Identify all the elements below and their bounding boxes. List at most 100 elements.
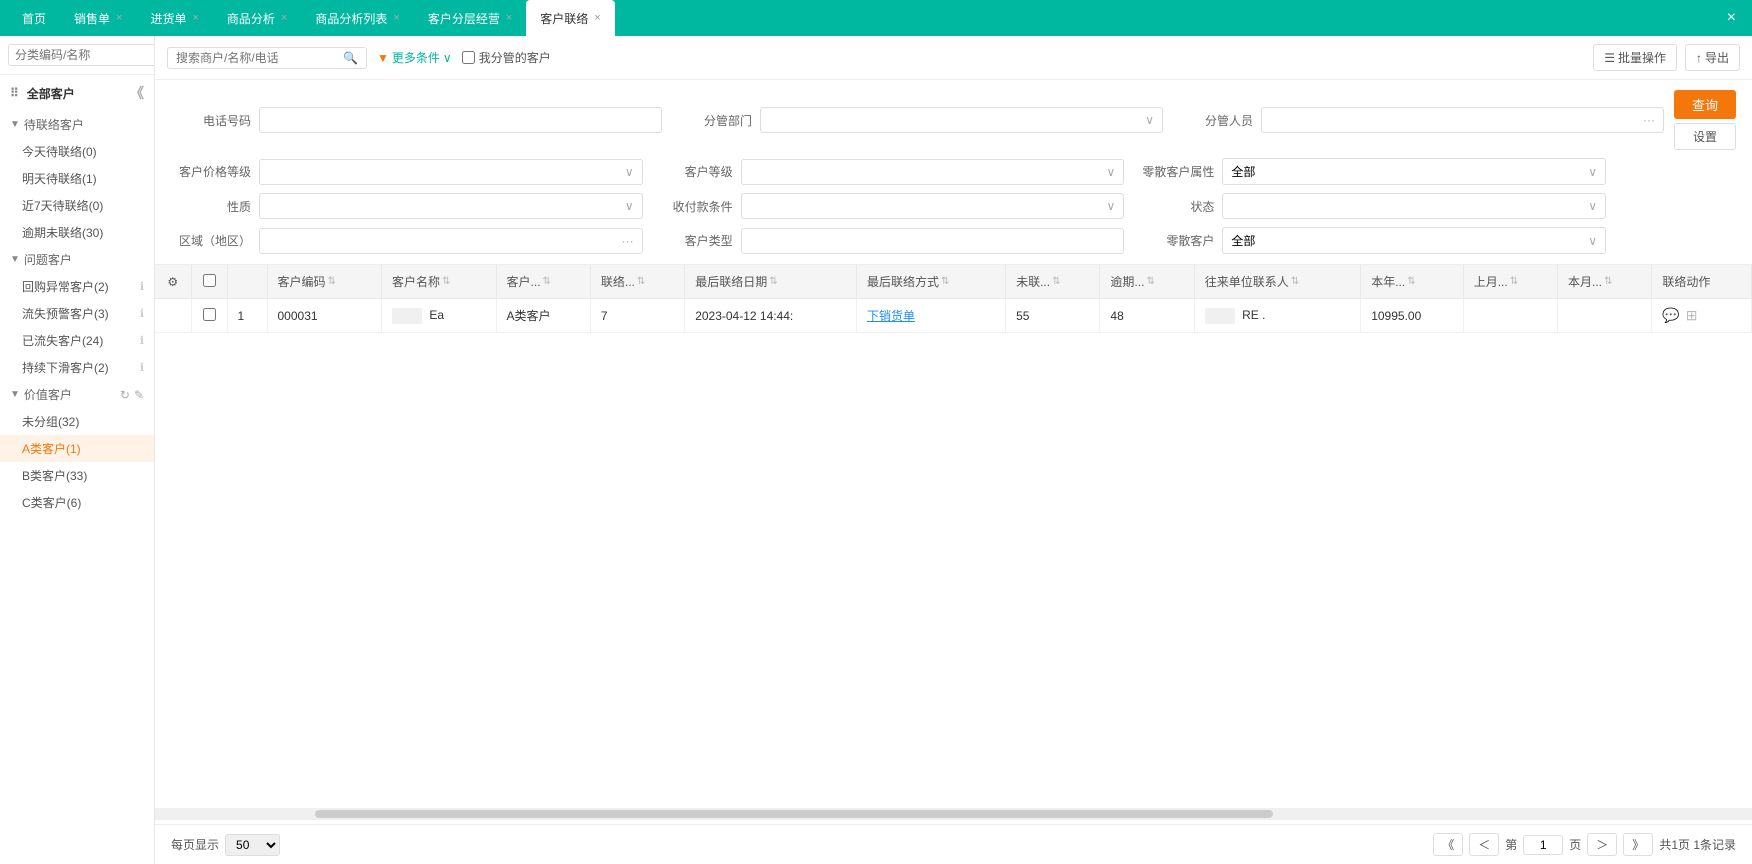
th-settings[interactable]: ⚙: [155, 265, 191, 299]
sidebar-item-tomorrow[interactable]: 明天待联络(1): [0, 165, 154, 192]
settings-icon[interactable]: ⚙: [167, 275, 178, 289]
window-close-button[interactable]: ×: [1719, 9, 1744, 27]
nav-product-analysis-list-close[interactable]: ×: [393, 12, 399, 24]
th-last-contact-date[interactable]: 最后联络日期 ⇅: [685, 265, 857, 299]
sidebar-item-c-class[interactable]: C类客户(6): [0, 489, 154, 516]
td-settings: [155, 299, 191, 333]
next-page-button[interactable]: ＞: [1587, 833, 1617, 856]
region-dots: ···: [622, 234, 634, 248]
td-this-month: [1558, 299, 1652, 333]
sidebar-pending-header[interactable]: ▼ 待联络客户: [0, 111, 154, 138]
nav-purchase-close[interactable]: ×: [192, 12, 198, 24]
sort-icon-code: ⇅: [328, 276, 336, 287]
filter-nature-input[interactable]: ∨: [259, 193, 643, 219]
nav-purchase[interactable]: 进货单 ×: [136, 0, 212, 36]
filter-row-3: 性质 ∨ 收付款条件 ∨ 状态: [171, 193, 1736, 219]
filter-status-input[interactable]: ∨: [1222, 193, 1606, 219]
filter-person-input[interactable]: ···: [1261, 107, 1664, 133]
sidebar-item-declining[interactable]: 持续下滑客户(2) ℹ: [0, 354, 154, 381]
filter-region-input[interactable]: ···: [259, 228, 643, 254]
contact-method-link[interactable]: 下销货单: [867, 309, 915, 323]
sidebar-item-7days[interactable]: 近7天待联络(0): [0, 192, 154, 219]
filter-phone-input[interactable]: [259, 107, 662, 133]
th-code[interactable]: 客户编码 ⇅: [267, 265, 382, 299]
last-page-button[interactable]: 》: [1623, 833, 1653, 856]
collapse-icon[interactable]: 《: [130, 83, 144, 103]
row-checkbox[interactable]: [203, 308, 216, 321]
edit-icon[interactable]: ✎: [134, 388, 144, 402]
filter-customer-level-input[interactable]: ∨: [741, 159, 1125, 185]
page-number-input[interactable]: [1523, 835, 1563, 855]
nav-product-analysis[interactable]: 商品分析 ×: [213, 0, 301, 36]
sidebar-all-customers[interactable]: ⠿ 全部客户 《: [0, 75, 154, 111]
filter-search-input[interactable]: [176, 51, 343, 65]
page-size-select[interactable]: 50 100 200: [225, 834, 280, 856]
td-unit-contact: RE .: [1194, 299, 1360, 333]
th-name[interactable]: 客户名称 ⇅: [382, 265, 497, 299]
th-overdue[interactable]: 逾期... ⇅: [1100, 265, 1194, 299]
sidebar-item-churn-warning[interactable]: 流失预警客户(3) ℹ: [0, 300, 154, 327]
th-this-month[interactable]: 本月... ⇅: [1558, 265, 1652, 299]
nav-sales[interactable]: 销售单 ×: [60, 0, 136, 36]
filter-department-field: 分管部门 ∨: [672, 107, 1163, 133]
grid-action-icon[interactable]: ⊞: [1686, 307, 1698, 324]
batch-icon: ☰: [1604, 51, 1615, 65]
th-last-month[interactable]: 上月... ⇅: [1463, 265, 1557, 299]
horizontal-scrollbar[interactable]: [155, 808, 1752, 820]
th-last-contact-method[interactable]: 最后联络方式 ⇅: [856, 265, 1005, 299]
filter-department-input[interactable]: ∨: [760, 107, 1163, 133]
filter-more-conditions[interactable]: ▼ 更多条件 ∨: [377, 49, 452, 66]
nav-customer-segment-close[interactable]: ×: [506, 12, 512, 24]
select-all-checkbox[interactable]: [203, 274, 216, 287]
sidebar-item-today[interactable]: 今天待联络(0): [0, 138, 154, 165]
settings-button[interactable]: 设置: [1674, 123, 1736, 150]
th-contact[interactable]: 联络... ⇅: [590, 265, 684, 299]
nav-home[interactable]: 首页: [8, 0, 60, 36]
sidebar-item-repurchase-abnormal[interactable]: 回购异常客户(2) ℹ: [0, 273, 154, 300]
sidebar-search-input[interactable]: [8, 44, 155, 66]
th-unit-contact[interactable]: 往来单位联系人 ⇅: [1194, 265, 1360, 299]
th-this-year[interactable]: 本年... ⇅: [1361, 265, 1463, 299]
filter-icon: ▼: [377, 51, 389, 65]
filter-row-4: 区域（地区） ··· 客户类型 零散客户 全部 ∨: [171, 227, 1736, 254]
row-actions: 💬 ⊞: [1662, 307, 1741, 324]
scroll-thumb[interactable]: [315, 810, 1273, 818]
batch-operation-button[interactable]: ☰ 批量操作: [1593, 44, 1677, 71]
sidebar-item-a-class[interactable]: A类客户(1): [0, 435, 154, 462]
nav-customer-contact[interactable]: 客户联络 ×: [526, 0, 614, 36]
first-page-button[interactable]: 《: [1433, 833, 1463, 856]
nav-customer-segment[interactable]: 客户分层经营 ×: [414, 0, 526, 36]
chat-action-icon[interactable]: 💬: [1662, 307, 1679, 324]
my-customers-checkbox[interactable]: [462, 51, 475, 64]
nav-sales-close[interactable]: ×: [116, 12, 122, 24]
filter-my-customers: 我分管的客户: [462, 49, 551, 66]
search-button[interactable]: 查询: [1674, 90, 1736, 119]
filter-retail-attr-input[interactable]: 全部 ∨: [1222, 158, 1606, 185]
sidebar-item-ungrouped[interactable]: 未分组(32): [0, 408, 154, 435]
filter-retail-attr-field: 零散客户属性 全部 ∨: [1134, 158, 1606, 185]
filter-payment-input[interactable]: ∨: [741, 193, 1125, 219]
th-level[interactable]: 客户... ⇅: [496, 265, 590, 299]
sidebar: 🔍 ⠿ 全部客户 《 ▼ 待联络客户 今天待联络(0) 明天待联络(1) 近7天…: [0, 36, 155, 864]
nav-product-analysis-list[interactable]: 商品分析列表 ×: [301, 0, 413, 36]
filter-retail-customer-input[interactable]: 全部 ∨: [1222, 227, 1606, 254]
data-table-container: ⚙ 客户编码 ⇅: [155, 265, 1752, 808]
refresh-icon[interactable]: ↻: [120, 388, 130, 402]
export-button[interactable]: ↑ 导出: [1685, 44, 1740, 71]
sort-icon-this-month: ⇅: [1604, 276, 1612, 287]
th-not-contacted[interactable]: 未联... ⇅: [1006, 265, 1100, 299]
retail-customer-dropdown-arrow: ∨: [1588, 234, 1597, 248]
nav-product-analysis-close[interactable]: ×: [281, 12, 287, 24]
sidebar-item-churned[interactable]: 已流失客户(24) ℹ: [0, 327, 154, 354]
filter-region-field: 区域（地区） ···: [171, 228, 643, 254]
filter-search-icon[interactable]: 🔍: [343, 51, 358, 65]
filter-customer-type-input[interactable]: [741, 228, 1125, 254]
sidebar-item-overdue[interactable]: 逾期未联络(30): [0, 219, 154, 246]
prev-page-button[interactable]: ＜: [1469, 833, 1499, 856]
filter-price-level-input[interactable]: ∨: [259, 159, 643, 185]
nav-customer-contact-close[interactable]: ×: [594, 12, 600, 24]
td-last-month: [1463, 299, 1557, 333]
sidebar-problem-header[interactable]: ▼ 问题客户: [0, 246, 154, 273]
sidebar-item-b-class[interactable]: B类客户(33): [0, 462, 154, 489]
sidebar-value-header[interactable]: ▼ 价值客户 ↻ ✎: [0, 381, 154, 408]
